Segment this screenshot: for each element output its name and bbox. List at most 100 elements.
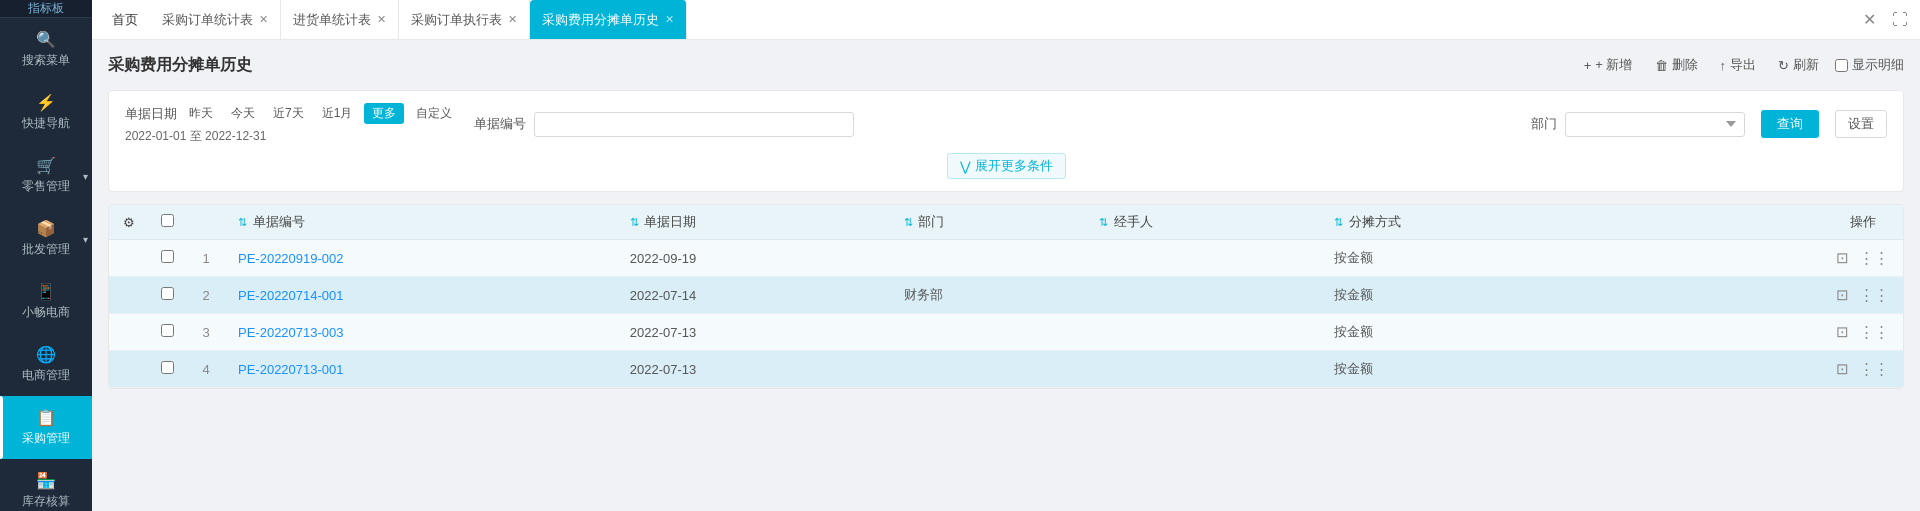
row-checkbox[interactable]: [161, 250, 174, 263]
view-button[interactable]: ⊡: [1834, 247, 1851, 269]
select-all-checkbox[interactable]: [161, 214, 174, 227]
filter-area: 单据日期 昨天 今天 近7天 近1月 更多 自定义 2022-01-01 至 2…: [108, 90, 1904, 192]
expand-more-button[interactable]: ⋁ 展开更多条件: [947, 153, 1066, 179]
row-num: 4: [186, 351, 226, 388]
close-all-tabs-button[interactable]: ✕: [1859, 8, 1880, 31]
tab-purchase-cost-history[interactable]: 采购费用分摊单历史 ✕: [530, 0, 687, 39]
dept-select[interactable]: 财务部: [1565, 112, 1745, 137]
sidebar-item-wholesale[interactable]: 📦 批发管理 ▾: [0, 207, 92, 270]
doc-number-link[interactable]: PE-20220714-001: [238, 288, 344, 303]
row-handler: [1087, 240, 1322, 277]
date-more-button[interactable]: 更多: [364, 103, 404, 124]
display-toggle-checkbox[interactable]: [1835, 59, 1848, 72]
sidebar-item-purchase[interactable]: 📋 采购管理: [0, 396, 92, 459]
table-header-row: ⚙ ⇅ 单据编号 ⇅ 单据日期: [109, 205, 1903, 240]
tab-home[interactable]: 首页: [100, 0, 150, 39]
fullscreen-button[interactable]: ⛶: [1888, 9, 1912, 31]
sidebar-logo: 指标板: [0, 0, 92, 18]
tab-purchase-cost-history-close[interactable]: ✕: [665, 13, 674, 26]
display-toggle[interactable]: 显示明细: [1835, 56, 1904, 74]
add-button[interactable]: + + 新增: [1578, 52, 1639, 78]
sidebar-item-label: 快捷导航: [22, 116, 70, 130]
row-split-method: 按金额: [1322, 351, 1822, 388]
tab-purchase-order-stats[interactable]: 采购订单统计表 ✕: [150, 0, 281, 39]
row-doc-date: 2022-07-13: [618, 314, 892, 351]
filter-row: 单据日期 昨天 今天 近7天 近1月 更多 自定义 2022-01-01 至 2…: [125, 103, 1887, 145]
doc-number-link[interactable]: PE-20220919-002: [238, 251, 344, 266]
search-button[interactable]: 查询: [1761, 110, 1819, 138]
filter-settings-button[interactable]: 设置: [1835, 110, 1887, 138]
gear-icon[interactable]: ⚙: [123, 215, 135, 230]
sidebar-item-retail[interactable]: 🛒 零售管理 ▾: [0, 144, 92, 207]
sort-icon: ⇅: [238, 216, 247, 228]
sidebar-item-label: 小畅电商: [22, 305, 70, 319]
chevron-down-icon: ⋁: [960, 159, 971, 174]
row-checkbox[interactable]: [161, 361, 174, 374]
row-handler: [1087, 314, 1322, 351]
view-button[interactable]: ⊡: [1834, 284, 1851, 306]
refresh-button[interactable]: ↻ 刷新: [1772, 52, 1825, 78]
row-checkbox[interactable]: [161, 324, 174, 337]
sidebar: 指标板 🔍 搜索菜单 ⚡ 快捷导航 🛒 零售管理 ▾ 📦 批发管理 ▾ 📱 小畅…: [0, 0, 92, 511]
date-filter-buttons: 昨天 今天 近7天 近1月 更多 自定义: [183, 103, 458, 124]
row-doc-date: 2022-07-14: [618, 277, 892, 314]
doc-number-link[interactable]: PE-20220713-001: [238, 362, 344, 377]
date-range-display: 2022-01-01 至 2022-12-31: [125, 128, 458, 145]
doc-number-input[interactable]: [534, 112, 854, 137]
row-checkbox-cell: [149, 314, 186, 351]
export-button[interactable]: ↑ 导出: [1714, 52, 1763, 78]
col-checkbox: [149, 205, 186, 240]
toolbar: + + 新增 🗑 删除 ↑ 导出 ↻ 刷新 显示明细: [1578, 52, 1904, 78]
col-settings[interactable]: ⚙: [109, 205, 149, 240]
row-settings: [109, 314, 149, 351]
delete-button[interactable]: 🗑 删除: [1649, 52, 1704, 78]
row-dept: 财务部: [892, 277, 1087, 314]
row-checkbox-cell: [149, 277, 186, 314]
tab-controls: ✕ ⛶: [1859, 8, 1912, 31]
sidebar-item-search[interactable]: 🔍 搜索菜单: [0, 18, 92, 81]
date-today-button[interactable]: 今天: [225, 103, 261, 124]
col-doc-date: ⇅ 单据日期: [618, 205, 892, 240]
table-row: 4 PE-20220713-001 2022-07-13 按金额 ⊡ ⋮⋮: [109, 351, 1903, 388]
tab-inbound-stats[interactable]: 进货单统计表 ✕: [281, 0, 399, 39]
data-table: ⚙ ⇅ 单据编号 ⇅ 单据日期: [109, 205, 1903, 388]
dept-label: 部门: [1531, 115, 1557, 133]
export-label: 导出: [1730, 56, 1756, 74]
sidebar-item-label: 库存核算: [22, 494, 70, 508]
date-custom-button[interactable]: 自定义: [410, 103, 458, 124]
sidebar-item-miniapp[interactable]: 📱 小畅电商: [0, 270, 92, 333]
search-icon: 🔍: [0, 30, 92, 49]
miniapp-icon: 📱: [0, 282, 92, 301]
sidebar-item-ecommerce[interactable]: 🌐 电商管理: [0, 333, 92, 396]
tab-purchase-order-exec-label: 采购订单执行表: [411, 11, 502, 29]
doc-number-label: 单据编号: [474, 115, 526, 133]
edit-button[interactable]: ⋮⋮: [1857, 321, 1891, 343]
sort-icon: ⇅: [1334, 216, 1343, 228]
page-title: 采购费用分摊单历史: [108, 55, 252, 76]
view-button[interactable]: ⊡: [1834, 358, 1851, 380]
date-7days-button[interactable]: 近7天: [267, 103, 310, 124]
table-row: 1 PE-20220919-002 2022-09-19 按金额 ⊡ ⋮⋮: [109, 240, 1903, 277]
sidebar-item-shortcut[interactable]: ⚡ 快捷导航: [0, 81, 92, 144]
sidebar-item-inventory[interactable]: 🏪 库存核算: [0, 459, 92, 511]
row-doc-date: 2022-09-19: [618, 240, 892, 277]
row-split-method: 按金额: [1322, 277, 1822, 314]
edit-button[interactable]: ⋮⋮: [1857, 358, 1891, 380]
tab-inbound-stats-close[interactable]: ✕: [377, 13, 386, 26]
row-checkbox[interactable]: [161, 287, 174, 300]
edit-button[interactable]: ⋮⋮: [1857, 247, 1891, 269]
tab-purchase-order-stats-close[interactable]: ✕: [259, 13, 268, 26]
row-checkbox-cell: [149, 351, 186, 388]
doc-number-link[interactable]: PE-20220713-003: [238, 325, 344, 340]
page-content: 采购费用分摊单历史 + + 新增 🗑 删除 ↑ 导出 ↻ 刷新: [92, 40, 1920, 511]
tab-purchase-order-exec-close[interactable]: ✕: [508, 13, 517, 26]
date-1month-button[interactable]: 近1月: [316, 103, 359, 124]
view-button[interactable]: ⊡: [1834, 321, 1851, 343]
date-yesterday-button[interactable]: 昨天: [183, 103, 219, 124]
edit-button[interactable]: ⋮⋮: [1857, 284, 1891, 306]
doc-number-filter-group: 单据编号: [474, 112, 1515, 137]
refresh-icon: ↻: [1778, 58, 1789, 73]
col-split-method: ⇅ 分摊方式: [1322, 205, 1822, 240]
tab-purchase-order-exec[interactable]: 采购订单执行表 ✕: [399, 0, 530, 39]
col-num: [186, 205, 226, 240]
